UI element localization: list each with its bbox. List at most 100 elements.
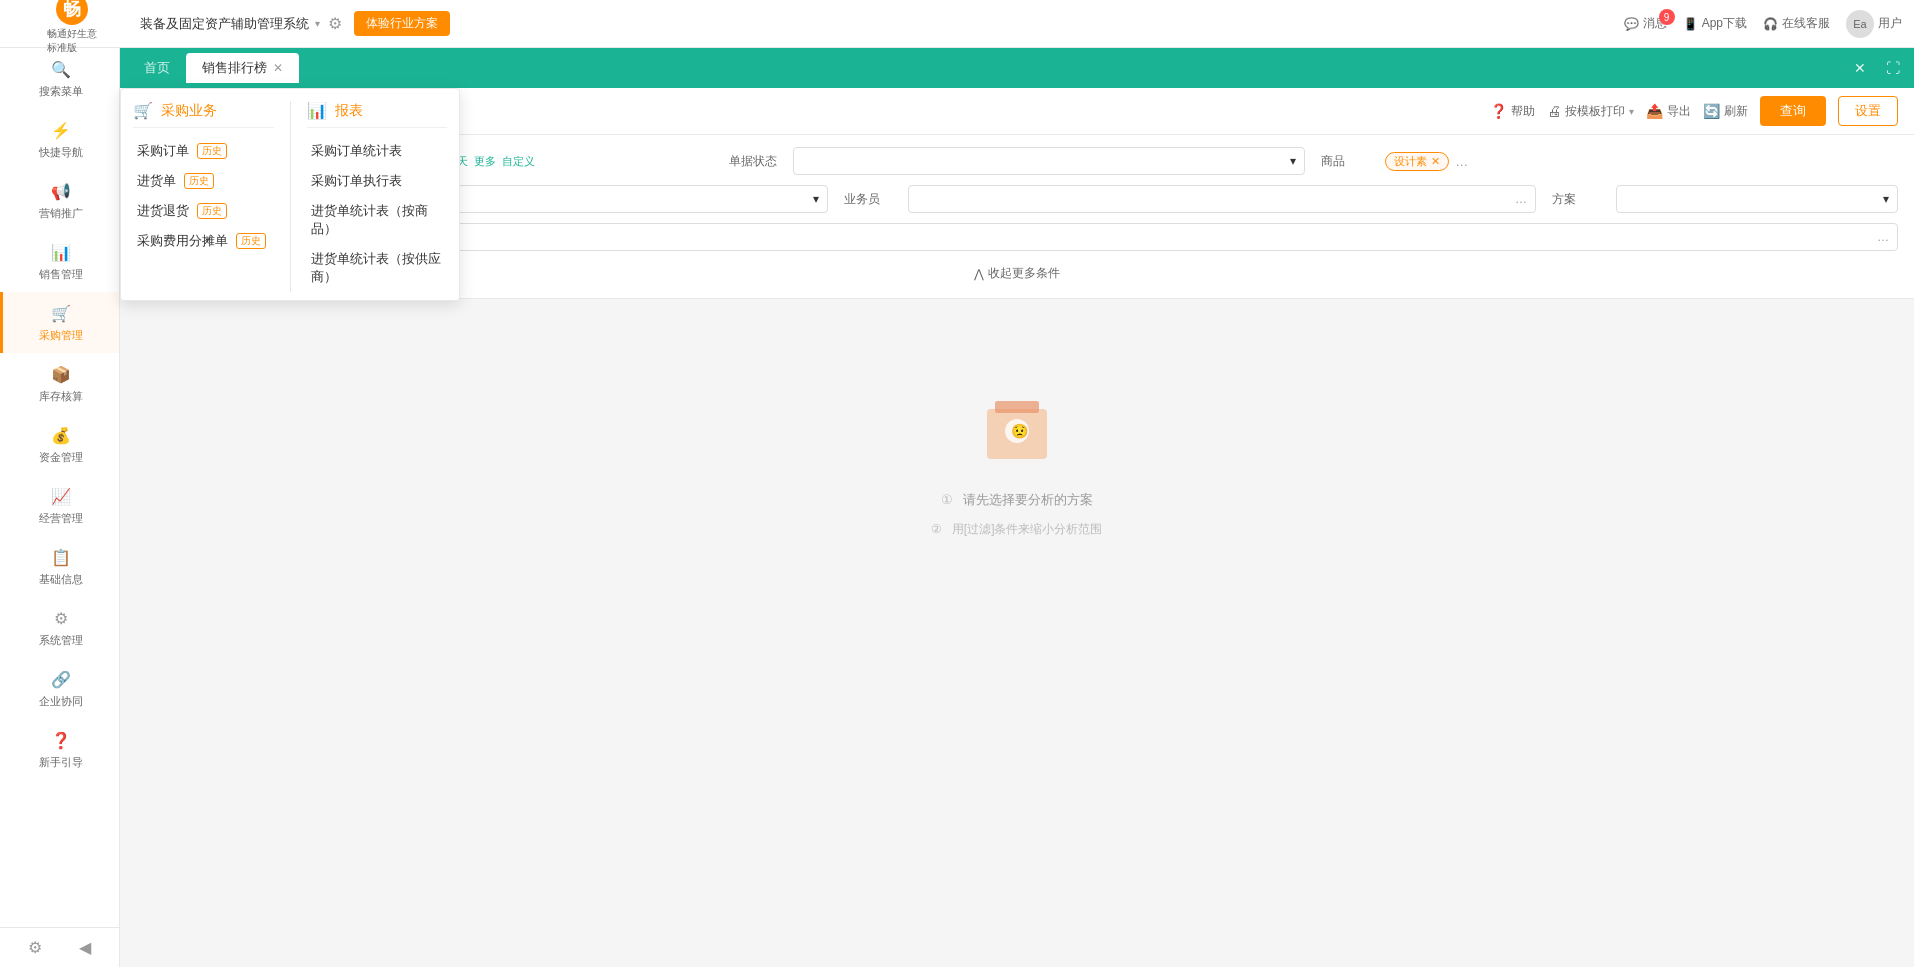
dropdown-col-procurement: 🛒 采购业务 采购订单 历史 进货单 历史 进货退货 历史 采购费用分摊单 历史 (121, 101, 286, 292)
print-button[interactable]: 🖨 按模板打印 ▾ (1547, 103, 1634, 120)
sidebar-item-sales[interactable]: 📊 销售管理 (0, 231, 119, 292)
help-icon: ❓ (1490, 103, 1507, 119)
tab-expand-button[interactable]: ⛶ (1880, 58, 1906, 78)
system-title: 装备及固定资产辅助管理系统 ▾ (140, 15, 320, 33)
tab-close-button[interactable]: ✕ (1848, 58, 1872, 78)
customer-more-icon[interactable]: … (1877, 230, 1889, 244)
salesperson-filter: 业务员 … (844, 185, 1536, 213)
print-icon: 🖨 (1547, 103, 1561, 119)
product-more-button[interactable]: … (1455, 154, 1468, 169)
empty-tip2: ② 用[过滤]条件来缩小分析范围 (931, 521, 1102, 538)
procurement-col-header: 🛒 采购业务 (133, 101, 274, 128)
export-icon: 📤 (1646, 103, 1663, 119)
procurement-dropdown-menu: 🛒 采购业务 采购订单 历史 进货单 历史 进货退货 历史 采购费用分摊单 历史 (120, 88, 460, 301)
sidebar: 🔍 搜索菜单 ⚡ 快捷导航 📢 营销推广 📊 销售管理 🛒 采购管理 📦 库存核… (0, 48, 120, 967)
report-col-header: 📊 报表 (307, 101, 448, 128)
box-icon: 📦 (50, 363, 72, 385)
sidebar-item-procurement[interactable]: 🛒 采购管理 (0, 292, 119, 353)
money-icon: 💰 (50, 424, 72, 446)
query-button[interactable]: 查询 (1760, 96, 1826, 126)
tab-close-icon[interactable]: ✕ (273, 61, 283, 75)
gear-icon[interactable]: ⚙ (328, 14, 342, 33)
link-icon: 🔗 (50, 668, 72, 690)
list-icon: 📋 (50, 546, 72, 568)
plan-filter: 方案 ▾ (1552, 185, 1898, 213)
refresh-icon: 🔄 (1703, 103, 1720, 119)
user-button[interactable]: Ea 用户 (1846, 10, 1902, 38)
product-tag: 设计素 ✕ (1385, 152, 1449, 171)
export-button[interactable]: 📤 导出 (1646, 103, 1691, 120)
dropdown-item-purchase-expense[interactable]: 采购费用分摊单 历史 (133, 226, 274, 256)
dropdown-col-report: 📊 报表 采购订单统计表 采购订单执行表 进货单统计表（按商品） 进货单统计表（… (295, 101, 460, 292)
megaphone-icon: 📢 (50, 180, 72, 202)
procurement-col-icon: 🛒 (133, 101, 153, 121)
sidebar-item-inventory[interactable]: 📦 库存核算 (0, 353, 119, 414)
tab-bar-actions: ✕ ⛶ (1848, 58, 1906, 78)
sidebar-item-search[interactable]: 🔍 搜索菜单 (0, 48, 119, 109)
dropdown-item-order-execution[interactable]: 采购订单执行表 (307, 166, 448, 196)
report-col-icon: 📊 (307, 101, 327, 121)
chevron-down-icon[interactable]: ▾ (315, 18, 320, 29)
sidebar-item-system[interactable]: ⚙ 系统管理 (0, 597, 119, 658)
tag-close-icon[interactable]: ✕ (1431, 155, 1440, 168)
lightning-icon: ⚡ (50, 119, 72, 141)
refresh-button[interactable]: 🔄 刷新 (1703, 103, 1748, 120)
sidebar-item-guide[interactable]: ❓ 新手引导 (0, 719, 119, 780)
collapse-icon: ⋀ (974, 267, 984, 281)
salesperson-select[interactable]: … (908, 185, 1536, 213)
chart-icon: 📊 (50, 241, 72, 263)
logo-icon: 畅 (56, 0, 88, 25)
plan-select[interactable]: ▾ (1616, 185, 1898, 213)
sidebar-item-enterprise[interactable]: 🔗 企业协同 (0, 658, 119, 719)
mobile-icon: 📱 (1683, 17, 1698, 31)
top-header: 畅 畅通好生意 标准版 装备及固定资产辅助管理系统 ▾ ⚙ 体验行业方案 💬 消… (0, 0, 1914, 48)
order-status-select[interactable]: ▾ (793, 147, 1306, 175)
footer-settings-icon[interactable]: ⚙ (28, 938, 42, 957)
dropdown-item-purchase-return[interactable]: 进货退货 历史 (133, 196, 274, 226)
sidebar-item-marketing[interactable]: 📢 营销推广 (0, 170, 119, 231)
dropdown-item-receipt-by-supplier[interactable]: 进货单统计表（按供应商） (307, 244, 448, 292)
dropdown-item-receipt-by-product[interactable]: 进货单统计表（按商品） (307, 196, 448, 244)
chevron-down-icon: ▾ (1883, 192, 1889, 206)
tab-sales-ranking[interactable]: 销售排行榜 ✕ (186, 53, 299, 83)
chevron-down-icon: ▾ (1290, 154, 1296, 168)
question-icon: ❓ (50, 729, 72, 751)
trending-icon: 📈 (50, 485, 72, 507)
quick-custom-button[interactable]: 自定义 (502, 154, 535, 169)
tab-bar: 首页 销售排行榜 ✕ ✕ ⛶ (120, 48, 1914, 88)
quick-more-button[interactable]: 更多 (474, 154, 496, 169)
empty-tip1: ① 请先选择要分析的方案 (941, 491, 1093, 509)
salesperson-more-icon[interactable]: … (1515, 192, 1527, 206)
empty-illustration: 😟 (967, 379, 1067, 479)
sidebar-item-quick-nav[interactable]: ⚡ 快捷导航 (0, 109, 119, 170)
online-service-button[interactable]: 🎧 在线客服 (1763, 15, 1830, 32)
sidebar-item-finance[interactable]: 💰 资金管理 (0, 414, 119, 475)
svg-rect-1 (995, 401, 1039, 413)
dropdown-item-purchase-order[interactable]: 采购订单 历史 (133, 136, 274, 166)
industry-button[interactable]: 体验行业方案 (354, 11, 450, 36)
avatar: Ea (1846, 10, 1874, 38)
help-button[interactable]: ❓ 帮助 (1490, 103, 1535, 120)
sidebar-footer: ⚙ ◀ (0, 927, 119, 967)
message-button[interactable]: 💬 消息 9 (1624, 15, 1667, 32)
cart-icon: 🛒 (50, 302, 72, 324)
dropdown-columns: 🛒 采购业务 采购订单 历史 进货单 历史 进货退货 历史 采购费用分摊单 历史 (121, 101, 459, 292)
header-right: 💬 消息 9 📱 App下载 🎧 在线客服 Ea 用户 (1624, 10, 1902, 38)
dropdown-item-order-stats[interactable]: 采购订单统计表 (307, 136, 448, 166)
collapse-sidebar-icon[interactable]: ◀ (79, 938, 91, 957)
sidebar-item-basic-info[interactable]: 📋 基础信息 (0, 536, 119, 597)
product-filter: 商品 设计素 ✕ … (1321, 152, 1898, 171)
empty-state: 😟 ① 请先选择要分析的方案 ② 用[过滤]条件来缩小分析范围 (120, 299, 1914, 618)
dropdown-item-purchase-receipt[interactable]: 进货单 历史 (133, 166, 274, 196)
settings-button[interactable]: 设置 (1838, 96, 1898, 126)
dropdown-divider (290, 101, 291, 292)
sidebar-item-operations[interactable]: 📈 经营管理 (0, 475, 119, 536)
tab-home[interactable]: 首页 (128, 53, 186, 83)
chevron-down-icon: ▾ (813, 192, 819, 206)
settings-icon: ⚙ (50, 607, 72, 629)
order-status-filter: 单据状态 ▾ (729, 147, 1306, 175)
app-download-button[interactable]: 📱 App下载 (1683, 15, 1747, 32)
search-icon: 🔍 (50, 58, 72, 80)
logo-text: 畅通好生意 标准版 (47, 27, 97, 55)
headset-icon: 🎧 (1763, 17, 1778, 31)
